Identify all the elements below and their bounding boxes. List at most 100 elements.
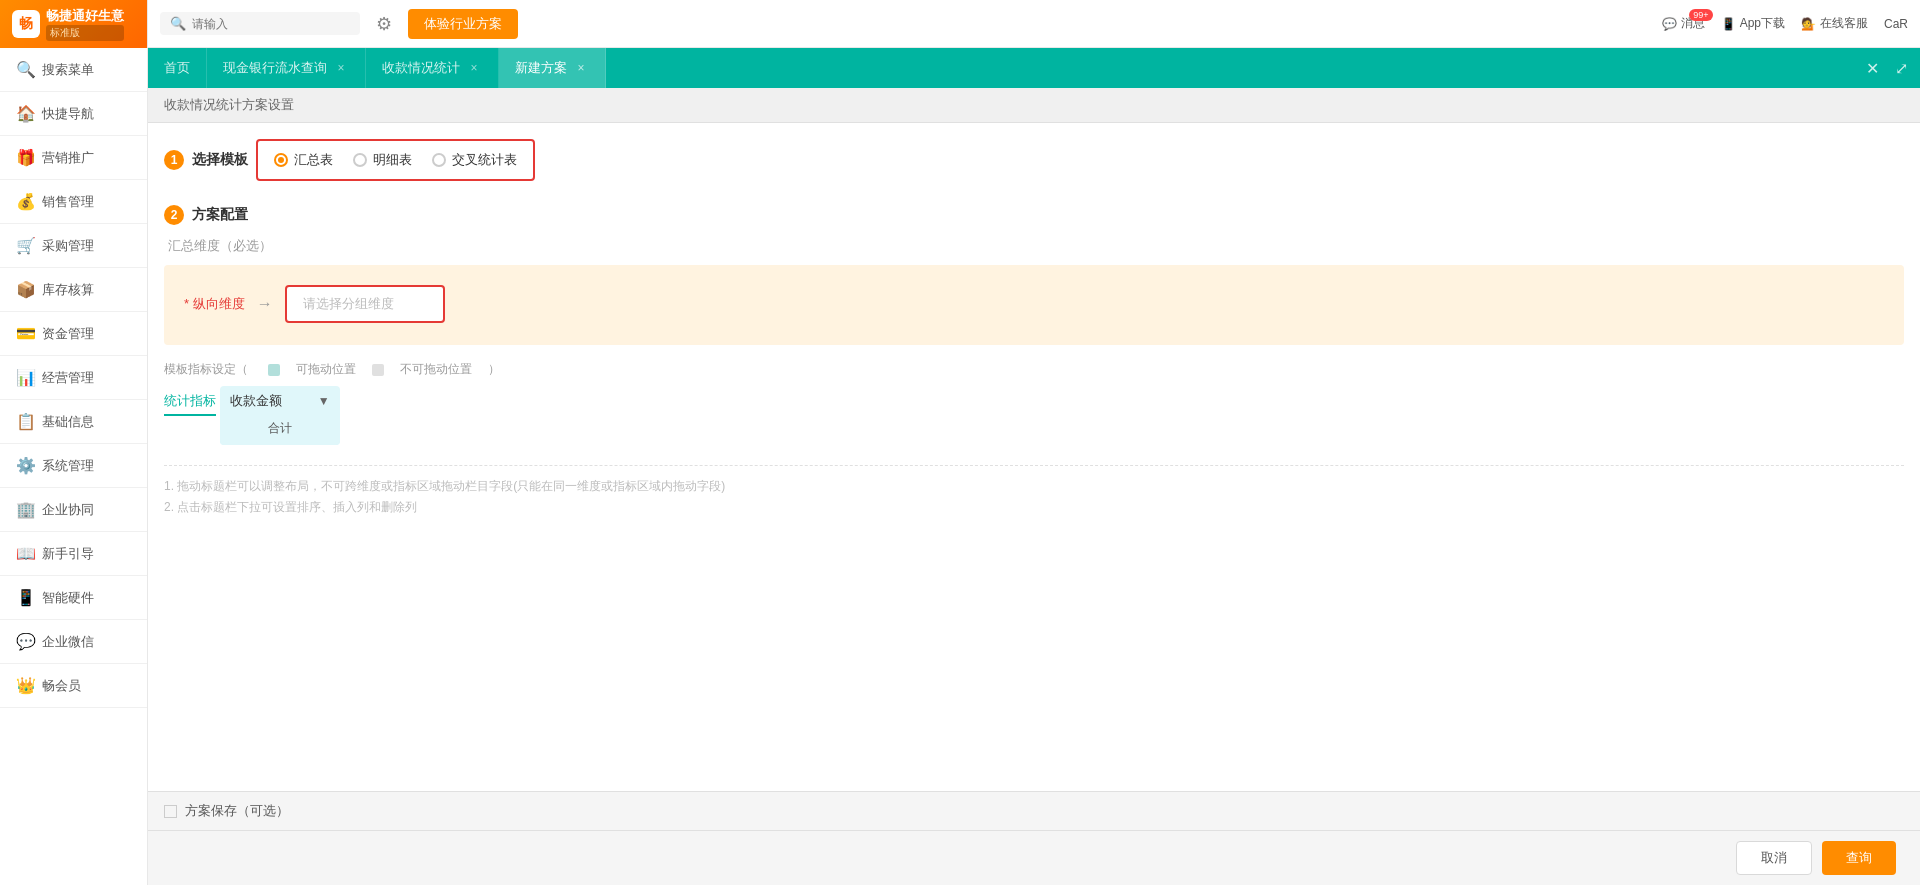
radio-cross[interactable]: 交叉统计表	[432, 151, 517, 169]
step2-number: 2	[164, 205, 184, 225]
step2-header: 2 方案配置	[164, 205, 1904, 225]
breadcrumb: 收款情况统计方案设置	[148, 88, 1920, 123]
trial-button[interactable]: 体验行业方案	[408, 9, 518, 39]
app-download-button[interactable]: 📱 App下载	[1721, 15, 1785, 32]
draggable-indicator-legend	[268, 364, 280, 376]
sidebar-item-operation[interactable]: 📊 经营管理	[0, 356, 147, 400]
step1-header: 1 选择模板 汇总表 明细表 交叉统计表	[164, 139, 1904, 181]
sidebar-item-search-menu[interactable]: 🔍 搜索菜单	[0, 48, 147, 92]
basic-icon: 📋	[16, 412, 34, 431]
sidebar-item-inventory[interactable]: 📦 库存核算	[0, 268, 147, 312]
sidebar-item-wechat[interactable]: 💬 企业微信	[0, 620, 147, 664]
radio-dot-cross	[432, 153, 446, 167]
tab-new-plan[interactable]: 新建方案 ×	[499, 48, 606, 88]
search-menu-icon: 🔍	[16, 60, 34, 79]
dimension-selector[interactable]: 请选择分组维度	[285, 285, 445, 323]
marketing-icon: 🎁	[16, 148, 34, 167]
step1-title: 选择模板	[192, 151, 248, 169]
save-label: 方案保存（可选）	[185, 802, 289, 820]
search-icon: 🔍	[170, 16, 186, 31]
tips-section: 1. 拖动标题栏可以调整布局，不可跨维度或指标区域拖动栏目字段(只能在同一维度或…	[164, 465, 1904, 516]
wechat-icon: 💬	[16, 632, 34, 651]
radio-dot-detail	[353, 153, 367, 167]
tab-close-collection-stats[interactable]: ×	[466, 60, 482, 76]
main-area: 🔍 ⚙ 体验行业方案 💬 消息 99+ 📱 App下载 💁 在线客服 CaR 首…	[148, 0, 1920, 885]
tip-1: 1. 拖动标题栏可以调整布局，不可跨维度或指标区域拖动栏目字段(只能在同一维度或…	[164, 478, 1904, 495]
cancel-button[interactable]: 取消	[1736, 841, 1812, 875]
step2-title: 方案配置	[192, 206, 248, 224]
sidebar-item-hardware[interactable]: 📱 智能硬件	[0, 576, 147, 620]
sidebar-item-quick-nav[interactable]: 🏠 快捷导航	[0, 92, 147, 136]
indicator-card: 收款金额 ▼ 合计	[220, 386, 340, 445]
tip-2: 2. 点击标题栏下拉可设置排序、插入列和删除列	[164, 499, 1904, 516]
sidebar-item-member[interactable]: 👑 畅会员	[0, 664, 147, 708]
operation-icon: 📊	[16, 368, 34, 387]
step1-section: 1 选择模板 汇总表 明细表 交叉统计表	[164, 139, 1904, 181]
tab-close-all-icon[interactable]: ✕	[1862, 55, 1883, 82]
dimension-area: * 纵向维度 → 请选择分组维度	[164, 265, 1904, 345]
settings-icon[interactable]: ⚙	[372, 9, 396, 39]
notification-icon: 💬	[1662, 17, 1677, 31]
download-icon: 📱	[1721, 17, 1736, 31]
logo-badge: 标准版	[46, 25, 124, 41]
logo-icon: 畅	[12, 10, 40, 38]
topbar-right: 💬 消息 99+ 📱 App下载 💁 在线客服 CaR	[1662, 15, 1908, 32]
content-body: 1 选择模板 汇总表 明细表 交叉统计表	[148, 123, 1920, 791]
indicator-card-header: 收款金额 ▼	[220, 386, 340, 416]
sidebar-item-label: 搜索菜单	[42, 61, 94, 79]
statistics-indicator-label: 统计指标	[164, 392, 216, 416]
search-input[interactable]	[192, 17, 332, 31]
system-icon: ⚙️	[16, 456, 34, 475]
step2-section: 2 方案配置 汇总维度（必选） * 纵向维度 → 请选择分组维度	[164, 205, 1904, 516]
sales-icon: 💰	[16, 192, 34, 211]
topbar: 🔍 ⚙ 体验行业方案 💬 消息 99+ 📱 App下载 💁 在线客服 CaR	[148, 0, 1920, 48]
enterprise-icon: 🏢	[16, 500, 34, 519]
sidebar-item-marketing[interactable]: 🎁 营销推广	[0, 136, 147, 180]
sidebar-item-sales[interactable]: 💰 销售管理	[0, 180, 147, 224]
dimension-row: * 纵向维度 → 请选择分组维度	[184, 285, 1884, 323]
tab-collection-stats[interactable]: 收款情况统计 ×	[366, 48, 499, 88]
sidebar-item-basic[interactable]: 📋 基础信息	[0, 400, 147, 444]
notification-badge: 99+	[1689, 9, 1712, 21]
sidebar-item-system[interactable]: ⚙️ 系统管理	[0, 444, 147, 488]
radio-detail[interactable]: 明细表	[353, 151, 412, 169]
indicators-legend: 模板指标设定（ 可拖动位置 不可拖动位置 ）	[164, 361, 1904, 378]
sidebar: 畅 畅捷通好生意 标准版 🔍 搜索菜单 🏠 快捷导航 🎁 营销推广 💰 销售管理…	[0, 0, 148, 885]
vertical-dimension-label: * 纵向维度	[184, 295, 245, 313]
tabbar-actions: ✕ ⤢	[1854, 48, 1920, 88]
content-area: 收款情况统计方案设置 1 选择模板 汇总表 明细表	[148, 88, 1920, 885]
member-icon: 👑	[16, 676, 34, 695]
search-box: 🔍	[160, 12, 360, 35]
step1-number: 1	[164, 150, 184, 170]
tab-bank-flow[interactable]: 现金银行流水查询 ×	[207, 48, 366, 88]
sidebar-item-enterprise[interactable]: 🏢 企业协同	[0, 488, 147, 532]
sidebar-item-guide[interactable]: 📖 新手引导	[0, 532, 147, 576]
sidebar-logo: 畅 畅捷通好生意 标准版	[0, 0, 147, 48]
fixed-indicator-legend	[372, 364, 384, 376]
online-service-button[interactable]: 💁 在线客服	[1801, 15, 1868, 32]
tab-expand-icon[interactable]: ⤢	[1891, 55, 1912, 82]
indicator-chevron-icon[interactable]: ▼	[318, 394, 330, 408]
notification-button[interactable]: 💬 消息 99+	[1662, 15, 1705, 32]
quick-nav-icon: 🏠	[16, 104, 34, 123]
action-bar: 取消 查询	[148, 830, 1920, 885]
service-icon: 💁	[1801, 17, 1816, 31]
template-selector: 汇总表 明细表 交叉统计表	[256, 139, 535, 181]
query-button[interactable]: 查询	[1822, 841, 1896, 875]
logo-name: 畅捷通好生意	[46, 7, 124, 25]
indicators-config: 模板指标设定（ 可拖动位置 不可拖动位置 ） 统计指标 收款金额 ▼ 合计	[164, 361, 1904, 445]
arrow-icon: →	[257, 295, 273, 313]
sidebar-item-purchase[interactable]: 🛒 采购管理	[0, 224, 147, 268]
tab-home[interactable]: 首页	[148, 48, 207, 88]
indicators-section-label: 模板指标设定（	[164, 361, 248, 378]
sidebar-item-capital[interactable]: 💳 资金管理	[0, 312, 147, 356]
username-label: CaR	[1884, 17, 1908, 31]
tab-close-new-plan[interactable]: ×	[573, 60, 589, 76]
tabbar: 首页 现金银行流水查询 × 收款情况统计 × 新建方案 × ✕ ⤢	[148, 48, 1920, 88]
footer-section: 方案保存（可选）	[148, 791, 1920, 830]
tab-close-bank-flow[interactable]: ×	[333, 60, 349, 76]
dimension-label: 汇总维度（必选）	[164, 237, 1904, 255]
guide-icon: 📖	[16, 544, 34, 563]
save-checkbox[interactable]	[164, 805, 177, 818]
radio-summary[interactable]: 汇总表	[274, 151, 333, 169]
